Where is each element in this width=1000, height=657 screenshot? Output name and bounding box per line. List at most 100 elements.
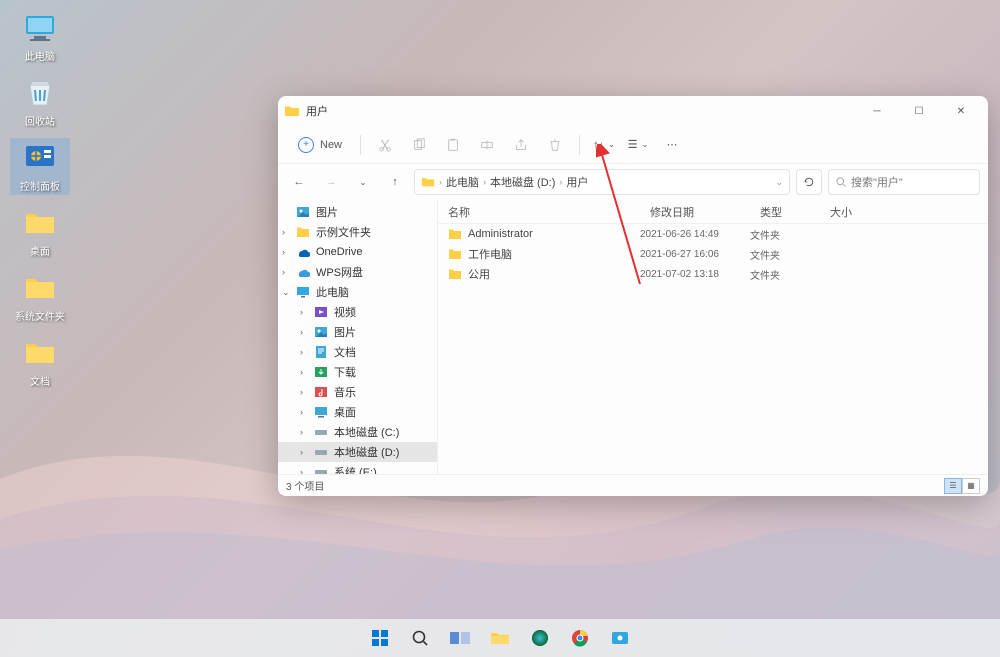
folder-icon [22,335,58,371]
item-count: 3 个项目 [286,478,324,493]
folder-icon [284,103,300,119]
sort-button[interactable]: ↑↓ ⌄ [588,131,620,159]
rename-button[interactable] [471,131,503,159]
sidebar-item-1[interactable]: 示例文件夹 [278,222,437,242]
file-row[interactable]: 工作电脑2021-06-27 16:06文件夹 [438,244,988,264]
folder-icon [448,247,462,261]
up-button[interactable]: ↑ [382,169,408,195]
drive-icon [314,425,328,439]
search-input[interactable]: 搜索"用户" [828,169,980,195]
pictures-icon [314,325,328,339]
sidebar-item-0[interactable]: 图片 [278,202,437,222]
share-button[interactable] [505,131,537,159]
sidebar-item-6[interactable]: 图片 [278,322,437,342]
edge-button[interactable] [523,621,557,655]
control-panel-icon [22,140,58,176]
column-type[interactable]: 类型 [750,204,820,220]
settings-icon [610,628,630,648]
column-size[interactable]: 大小 [820,204,880,220]
thispc-icon [22,10,58,46]
statusbar: 3 个项目 ☰ ▦ [278,474,988,496]
folder-icon [22,205,58,241]
pictures-icon [296,205,310,219]
taskview-button[interactable] [443,621,477,655]
videos-icon [314,305,328,319]
breadcrumb[interactable]: › 此电脑 › 本地磁盘 (D:) › 用户 ⌄ [414,169,790,195]
titlebar[interactable]: 用户 ─ ☐ ✕ [278,96,988,126]
documents-icon [314,345,328,359]
minimize-button[interactable]: ─ [856,97,898,125]
chevron-down-icon[interactable]: ⌄ [775,177,783,188]
toolbar: + New ↑↓ ⌄ ☰ ⌄ ⋯ [278,126,988,164]
back-button[interactable]: ← [286,169,312,195]
sidebar-item-10[interactable]: 桌面 [278,402,437,422]
close-button[interactable]: ✕ [940,97,982,125]
desktop-icon-control[interactable]: 控制面板 [10,138,70,195]
taskbar [0,619,1000,657]
recycle-icon [22,75,58,111]
cut-button[interactable] [369,131,401,159]
folder-icon [448,227,462,241]
onedrive-icon [296,245,310,259]
edge-icon [530,628,550,648]
wps-icon [296,265,310,279]
sidebar-item-9[interactable]: 音乐 [278,382,437,402]
paste-button[interactable] [437,131,469,159]
chrome-icon [570,628,590,648]
search-button[interactable] [403,621,437,655]
chrome-button[interactable] [563,621,597,655]
desktop-icon-recycle[interactable]: 回收站 [10,73,70,130]
sidebar-item-7[interactable]: 文档 [278,342,437,362]
folder-icon [448,267,462,281]
paste-icon [446,138,460,152]
copy-button[interactable] [403,131,435,159]
windows-icon [370,628,390,648]
rename-icon [480,138,494,152]
new-button[interactable]: + New [288,131,352,159]
view-button[interactable]: ☰ ⌄ [622,131,654,159]
recent-button[interactable]: ⌄ [350,169,376,195]
explorer-button[interactable] [483,621,517,655]
list-icon: ☰ [628,138,638,151]
cut-icon [378,138,392,152]
file-row[interactable]: Administrator2021-06-26 14:49文件夹 [438,224,988,244]
icons-view-button[interactable]: ▦ [962,478,980,494]
refresh-icon [803,176,815,188]
sidebar-item-5[interactable]: 视频 [278,302,437,322]
trash-icon [548,138,562,152]
copy-icon [412,138,426,152]
desktop-icon [314,405,328,419]
settings-button[interactable] [603,621,637,655]
desktop-icon-folder-1[interactable]: 桌面 [10,203,70,260]
desktop-icon-thispc[interactable]: 此电脑 [10,8,70,65]
sidebar-item-11[interactable]: 本地磁盘 (C:) [278,422,437,442]
desktop-icon-folder-2[interactable]: 系统文件夹 [10,268,70,325]
folder-icon [421,175,435,189]
desktop-icon-folder-3[interactable]: 文档 [10,333,70,390]
file-row[interactable]: 公用2021-07-02 13:18文件夹 [438,264,988,284]
refresh-button[interactable] [796,169,822,195]
more-button[interactable]: ⋯ [656,131,688,159]
taskview-icon [449,629,471,647]
details-view-button[interactable]: ☰ [944,478,962,494]
addressbar: ← → ⌄ ↑ › 此电脑 › 本地磁盘 (D:) › 用户 ⌄ 搜索"用户" [278,164,988,200]
column-name[interactable]: 名称 [438,204,640,220]
sidebar-item-13[interactable]: 系统 (E:) [278,462,437,474]
forward-button[interactable]: → [318,169,344,195]
sidebar-item-3[interactable]: WPS网盘 [278,262,437,282]
sidebar-item-8[interactable]: 下载 [278,362,437,382]
share-icon [514,138,528,152]
start-button[interactable] [363,621,397,655]
window-title: 用户 [306,103,328,119]
drive-icon [314,465,328,474]
sidebar-item-12[interactable]: 本地磁盘 (D:) [278,442,437,462]
sort-icon: ↑↓ [593,139,604,151]
music-icon [314,385,328,399]
sidebar-item-4[interactable]: 此电脑 [278,282,437,302]
delete-button[interactable] [539,131,571,159]
sidebar-item-2[interactable]: OneDrive [278,242,437,262]
search-icon [410,628,430,648]
column-date[interactable]: 修改日期 [640,204,750,220]
sidebar: 图片示例文件夹OneDriveWPS网盘此电脑视频图片文档下载音乐桌面本地磁盘 … [278,200,438,474]
maximize-button[interactable]: ☐ [898,97,940,125]
